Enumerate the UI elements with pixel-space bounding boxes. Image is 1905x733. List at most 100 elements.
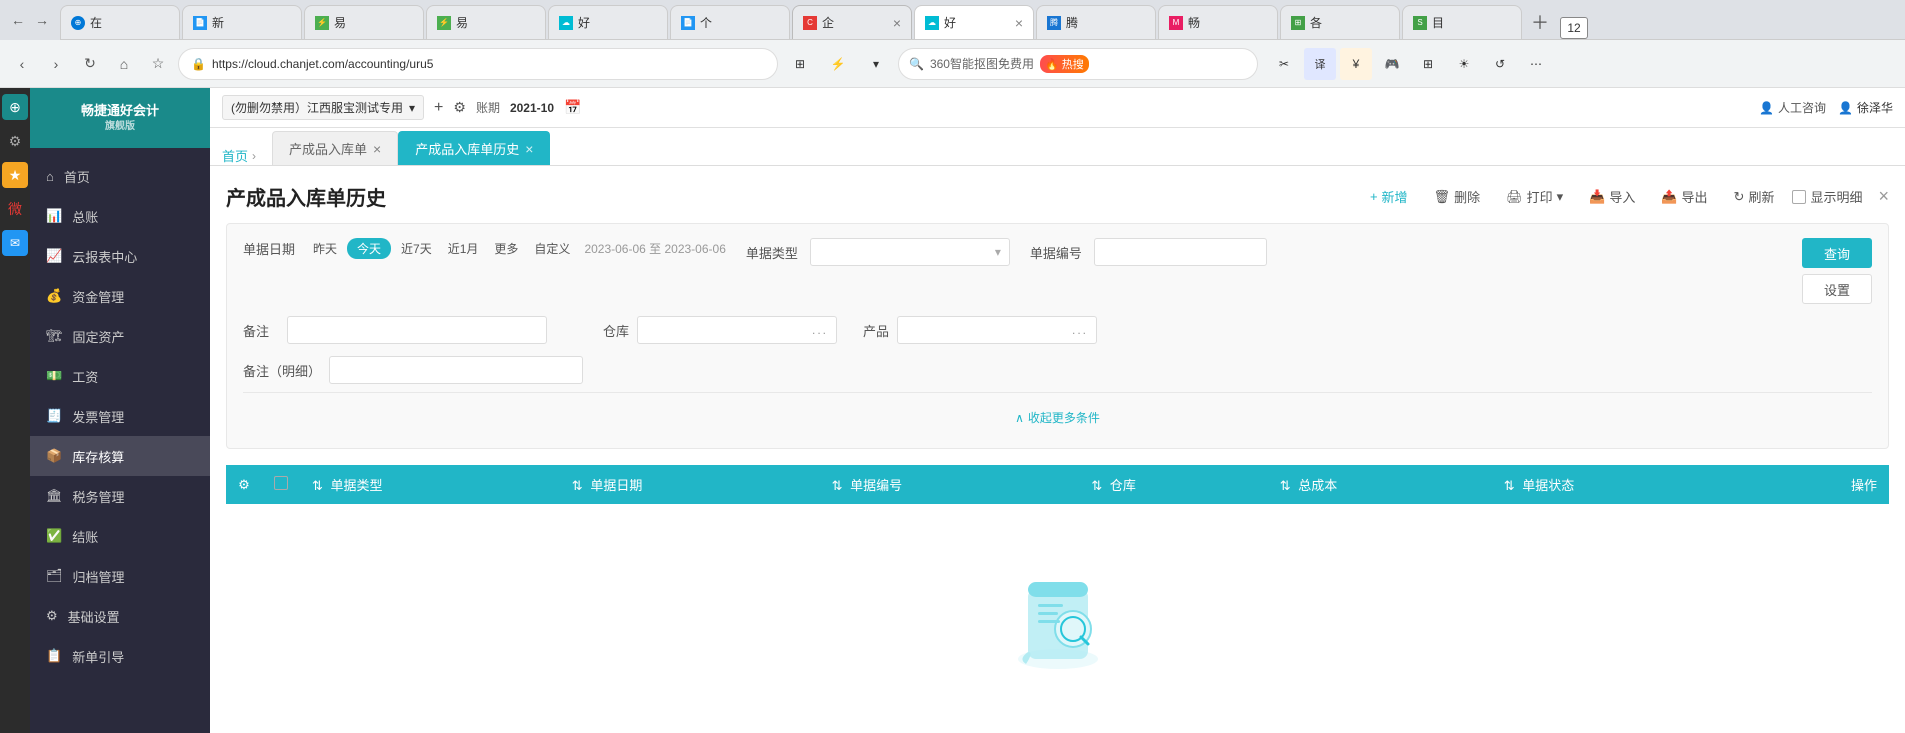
new-tab-btn[interactable]: ＋ <box>1524 5 1556 39</box>
number-label: 单据编号 <box>1030 243 1086 262</box>
grid-btn[interactable]: ⊞ <box>1412 48 1444 80</box>
sidebar-item-tax[interactable]: 🏛 税务管理 <box>30 476 210 516</box>
col-checkbox[interactable] <box>262 465 300 504</box>
col-warehouse[interactable]: ⇅ 仓库 <box>1079 465 1267 504</box>
col-status[interactable]: ⇅ 单据状态 <box>1492 465 1752 504</box>
sidebar-item-archive[interactable]: 🗂 归档管理 <box>30 556 210 596</box>
import-btn[interactable]: 📥 导入 <box>1581 183 1643 210</box>
col-gear[interactable]: ⚙ <box>226 465 262 504</box>
browser-forward[interactable]: → <box>32 10 52 30</box>
icon-sidebar-email[interactable]: ✉ <box>2 230 28 256</box>
page-tab-1[interactable]: 产成品入库单 × <box>272 131 398 165</box>
date-btn-1month[interactable]: 近1月 <box>442 238 485 259</box>
page-tab-2-close[interactable]: × <box>525 141 533 157</box>
tab-4[interactable]: ⚡ 易 <box>426 5 546 39</box>
tab-7[interactable]: C 企 × <box>792 5 912 39</box>
col-date[interactable]: ⇅ 单据日期 <box>560 465 820 504</box>
sidebar-item-invoice[interactable]: 🧾 发票管理 <box>30 396 210 436</box>
delete-btn[interactable]: 🗑 删除 <box>1426 183 1489 210</box>
forward-btn[interactable]: › <box>42 50 70 78</box>
brightness-btn[interactable]: ☀ <box>1448 48 1480 80</box>
tab-count[interactable]: 12 <box>1560 17 1588 39</box>
icon-sidebar-360[interactable]: ⊕ <box>2 94 28 120</box>
tab-11[interactable]: ⊞ 各 <box>1280 5 1400 39</box>
tab-3[interactable]: ⚡ 易 <box>304 5 424 39</box>
type-select[interactable]: ▾ <box>810 238 1010 266</box>
sidebar-item-newbill[interactable]: 📋 新单引导 <box>30 636 210 676</box>
back-btn[interactable]: ‹ <box>8 50 36 78</box>
game-btn[interactable]: 🎮 <box>1376 48 1408 80</box>
browser-back[interactable]: ← <box>8 10 28 30</box>
date-btn-today[interactable]: 今天 <box>347 238 391 259</box>
page-tab-2[interactable]: 产成品入库单历史 × <box>398 131 550 165</box>
translate-btn[interactable]: 译 <box>1304 48 1336 80</box>
col-cost[interactable]: ⇅ 总成本 <box>1268 465 1492 504</box>
sidebar-item-ledger[interactable]: 📊 总账 <box>30 196 210 236</box>
col-type[interactable]: ⇅ 单据类型 <box>300 465 560 504</box>
sidebar-item-home[interactable]: ⌂ 首页 <box>30 156 210 196</box>
settings-btn[interactable]: 设置 <box>1802 274 1872 304</box>
calendar-btn[interactable]: 📅 <box>564 99 581 116</box>
address-input[interactable]: 🔒 https://cloud.chanjet.com/accounting/u… <box>178 48 778 80</box>
sidebar-item-basic[interactable]: ⚙ 基础设置 <box>30 596 210 636</box>
undo-btn[interactable]: ↺ <box>1484 48 1516 80</box>
date-btn-custom[interactable]: 自定义 <box>528 238 576 259</box>
data-table: ⚙ ⇅ 单据类型 ⇅ 单据日期 <box>226 465 1889 504</box>
date-btn-more[interactable]: 更多 <box>488 238 524 259</box>
fund-icon: 💰 <box>46 288 62 304</box>
tab-8-close[interactable]: × <box>1015 15 1023 31</box>
detail-remark-input[interactable] <box>329 356 583 384</box>
select-all-checkbox[interactable] <box>274 476 288 490</box>
print-btn[interactable]: 🖨 打印 ▾ <box>1498 183 1571 210</box>
number-input[interactable] <box>1094 238 1267 266</box>
sidebar-item-salary[interactable]: 💵 工资 <box>30 356 210 396</box>
tab-7-close[interactable]: × <box>893 15 901 31</box>
scissors-btn[interactable]: ✂ <box>1268 48 1300 80</box>
sidebar-item-report[interactable]: 📈 云报表中心 <box>30 236 210 276</box>
refresh-btn[interactable]: ↻ 刷新 <box>1726 183 1783 210</box>
add-company-btn[interactable]: + <box>434 99 443 117</box>
refresh-btn[interactable]: ↻ <box>76 50 104 78</box>
tab-9[interactable]: 腾 腾 <box>1036 5 1156 39</box>
page-tab-1-close[interactable]: × <box>373 141 381 157</box>
sidebar-item-inventory[interactable]: 📦 库存核算 <box>30 436 210 476</box>
dropdown-btn[interactable]: ▾ <box>860 48 892 80</box>
icon-sidebar-star[interactable]: ★ <box>2 162 28 188</box>
home-btn[interactable]: ⌂ <box>110 50 138 78</box>
sidebar-item-fixed[interactable]: 🏗 固定资产 <box>30 316 210 356</box>
company-settings-btn[interactable]: ⚙ <box>453 99 466 116</box>
sidebar-item-settle[interactable]: ✅ 结账 <box>30 516 210 556</box>
col-action: 操作 <box>1752 465 1889 504</box>
yuan-btn[interactable]: ¥ <box>1340 48 1372 80</box>
tab-8[interactable]: ☁ 好 × <box>914 5 1034 39</box>
warehouse-select[interactable]: ... <box>637 316 837 344</box>
query-btn[interactable]: 查询 <box>1802 238 1872 268</box>
col-number[interactable]: ⇅ 单据编号 <box>820 465 1080 504</box>
show-columns-check[interactable]: 显示明细 <box>1792 187 1862 206</box>
product-select[interactable]: ... <box>897 316 1097 344</box>
add-btn[interactable]: + 新增 <box>1362 183 1416 210</box>
icon-sidebar-settings[interactable]: ⚙ <box>2 128 28 154</box>
company-selector[interactable]: (勿删勿禁用）江西服宝测试专用 ▾ <box>222 95 424 120</box>
tab-2[interactable]: 📄 新 <box>182 5 302 39</box>
sidebar-item-fund[interactable]: 💰 资金管理 <box>30 276 210 316</box>
collapse-btn[interactable]: ∧ 收起更多条件 <box>243 401 1872 434</box>
more-btn[interactable]: ⋯ <box>1520 48 1552 80</box>
tab-12[interactable]: S 目 <box>1402 5 1522 39</box>
date-btn-7days[interactable]: 近7天 <box>395 238 438 259</box>
tab-6[interactable]: 📄 个 <box>670 5 790 39</box>
ai-consult-btn[interactable]: 👤 人工咨询 <box>1759 99 1826 116</box>
tab-1[interactable]: ⊕ 在 <box>60 5 180 39</box>
power-btn[interactable]: ⚡ <box>822 48 854 80</box>
ext-search[interactable]: 🔍 360智能抠图免费用 🔥 热搜 <box>898 48 1258 80</box>
tab-10[interactable]: M 畅 <box>1158 5 1278 39</box>
breadcrumb-home[interactable]: 首页 <box>222 146 248 165</box>
remark-input[interactable] <box>287 316 547 344</box>
extension-btn[interactable]: ⊞ <box>784 48 816 80</box>
content-close-btn[interactable]: × <box>1878 186 1889 207</box>
tab-5[interactable]: ☁ 好 <box>548 5 668 39</box>
export-btn[interactable]: 📤 导出 <box>1653 183 1715 210</box>
date-btn-yesterday[interactable]: 昨天 <box>307 238 343 259</box>
bookmark-btn[interactable]: ☆ <box>144 50 172 78</box>
icon-sidebar-weibo[interactable]: 微 <box>2 196 28 222</box>
